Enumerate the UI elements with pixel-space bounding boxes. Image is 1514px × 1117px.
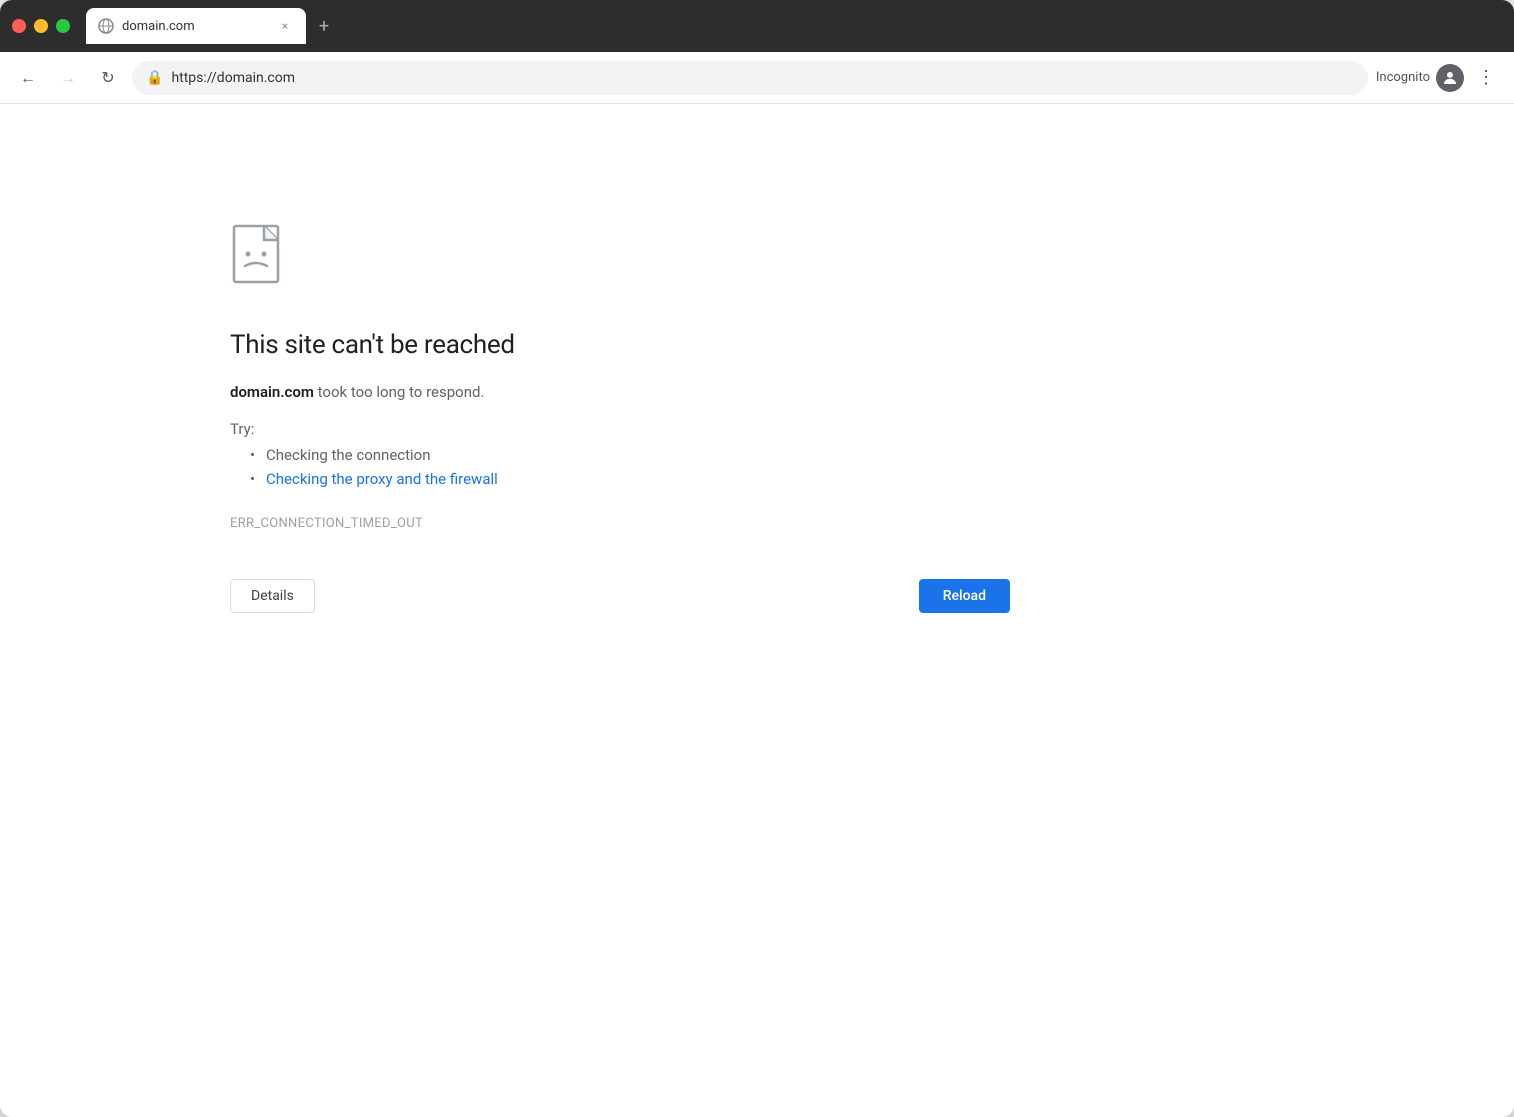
suggestion-connection-text: Checking the connection <box>266 446 431 464</box>
active-tab[interactable]: domain.com × <box>86 8 306 44</box>
tab-title: domain.com <box>122 19 268 34</box>
address-bar[interactable]: 🔒 https://domain.com <box>132 61 1368 95</box>
secure-icon: 🔒 <box>146 70 163 86</box>
minimize-traffic-light[interactable] <box>34 19 48 33</box>
error-container: This site can't be reached domain.com to… <box>230 224 1010 613</box>
browser-window: domain.com × + ← → ↻ 🔒 https://domain.co… <box>0 0 1514 1117</box>
incognito-label: Incognito <box>1376 70 1430 85</box>
new-tab-button[interactable]: + <box>310 12 338 40</box>
close-traffic-light[interactable] <box>12 19 26 33</box>
reload-icon: ↻ <box>101 68 114 87</box>
traffic-lights <box>12 19 70 33</box>
error-domain: domain.com <box>230 383 314 401</box>
details-button[interactable]: Details <box>230 579 315 613</box>
error-title: This site can't be reached <box>230 330 1010 360</box>
error-icon <box>230 224 1010 298</box>
error-try-label: Try: <box>230 420 1010 438</box>
tab-close-button[interactable]: × <box>276 17 294 35</box>
error-description: domain.com took too long to respond. <box>230 380 1010 404</box>
error-suggestions-list: Checking the connection Checking the pro… <box>230 446 1010 488</box>
forward-icon: → <box>60 68 76 88</box>
back-icon: ← <box>20 68 36 88</box>
maximize-traffic-light[interactable] <box>56 19 70 33</box>
forward-button[interactable]: → <box>52 62 84 94</box>
error-code: ERR_CONNECTION_TIMED_OUT <box>230 516 1010 531</box>
nav-bar: ← → ↻ 🔒 https://domain.com Incognito ⋮ <box>0 52 1514 104</box>
incognito-icon <box>1436 64 1464 92</box>
suggestion-connection: Checking the connection <box>250 446 1010 464</box>
url-text: https://domain.com <box>171 70 1353 86</box>
page-content: This site can't be reached domain.com to… <box>0 104 1514 1117</box>
back-button[interactable]: ← <box>12 62 44 94</box>
reload-button-page[interactable]: Reload <box>919 579 1010 613</box>
suggestion-proxy[interactable]: Checking the proxy and the firewall <box>250 470 1010 488</box>
browser-menu-button[interactable]: ⋮ <box>1470 62 1502 94</box>
title-bar: domain.com × + <box>0 0 1514 52</box>
nav-right-controls: Incognito ⋮ <box>1376 62 1502 94</box>
tab-favicon-icon <box>98 18 114 34</box>
tab-bar: domain.com × + <box>86 8 1502 44</box>
error-actions: Details Reload <box>230 579 1010 613</box>
error-description-suffix: took too long to respond. <box>314 383 485 401</box>
reload-button[interactable]: ↻ <box>92 62 124 94</box>
suggestion-proxy-link[interactable]: Checking the proxy and the firewall <box>266 470 498 488</box>
